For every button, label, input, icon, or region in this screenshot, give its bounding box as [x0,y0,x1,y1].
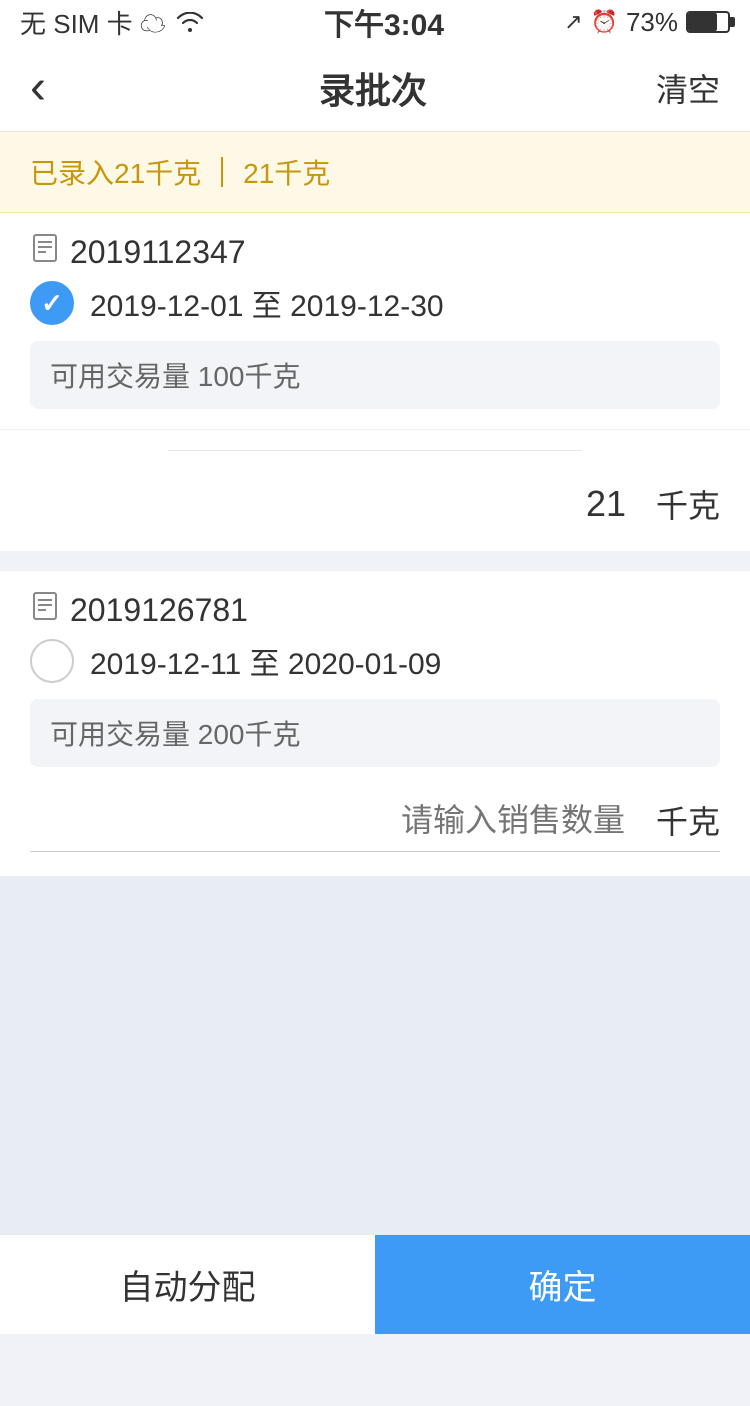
status-right: ↗ ⏰ 73% [564,7,730,38]
status-bar: 无 SIM 卡 ☁ 下午3:04 ↗ ⏰ 73% [0,0,750,44]
batch-2-id: 2019126781 [70,592,248,629]
status-time: 下午3:04 [324,0,444,44]
sim-label: 无 SIM 卡 ☁ [20,4,166,41]
bottom-bar: 自动分配 确定 [0,1234,750,1334]
battery-percent: 73% [626,7,678,38]
quantity-divider [168,450,582,451]
location-icon: ↗ [564,9,582,35]
batch-2-radio[interactable] [30,639,74,683]
auto-distribute-button[interactable]: 自动分配 [0,1235,375,1334]
batch-2-unit: 千克 [656,797,720,843]
batch-2-date-row[interactable]: 2019-12-11 至 2020-01-09 [30,639,720,683]
nav-bar: ‹ 录批次 清空 [0,44,750,132]
batch-1-quantity-row [0,429,750,471]
info-divider [221,157,223,187]
batch-1-radio[interactable] [30,281,74,325]
batch-2-header: 2019126781 [30,591,720,629]
doc-icon-1 [30,233,60,271]
battery-icon [686,11,730,33]
wifi-icon [176,12,204,32]
info-value: 21千克 [243,152,330,192]
clear-button[interactable]: 清空 [656,65,720,111]
batch-1-avail: 可用交易量 100千克 [30,341,720,409]
batch-item-2: 2019126781 2019-12-11 至 2020-01-09 可用交易量… [0,571,750,787]
page-title: 录批次 [319,62,427,114]
info-recorded-label: 已录入21千克 [30,152,201,192]
batch-item-1: 2019112347 2019-12-01 至 2019-12-30 可用交易量… [0,213,750,429]
back-button[interactable]: ‹ [30,60,90,115]
info-banner: 已录入21千克 21千克 [0,132,750,213]
batch-1-id: 2019112347 [70,234,246,271]
batch-2-input-section: 千克 [0,787,750,876]
batch-1-qty-unit: 千克 [656,481,720,527]
doc-icon-2 [30,591,60,629]
batch-1-date: 2019-12-01 至 2019-12-30 [90,281,444,325]
confirm-button[interactable]: 确定 [375,1235,750,1334]
batch-2-avail: 可用交易量 200千克 [30,699,720,767]
quantity-input-2[interactable] [340,802,640,839]
section-gap [0,551,750,571]
alarm-icon: ⏰ [591,9,618,35]
batch-1-qty-value: 21 [586,483,626,525]
status-left: 无 SIM 卡 ☁ [20,4,204,41]
batch-1-date-row[interactable]: 2019-12-01 至 2019-12-30 [30,281,720,325]
batch-1-header: 2019112347 [30,233,720,271]
batch-2-input-row[interactable]: 千克 [30,797,720,852]
batch-1-qty-display: 21 千克 [0,471,750,551]
batch-2-date: 2019-12-11 至 2020-01-09 [90,639,441,683]
